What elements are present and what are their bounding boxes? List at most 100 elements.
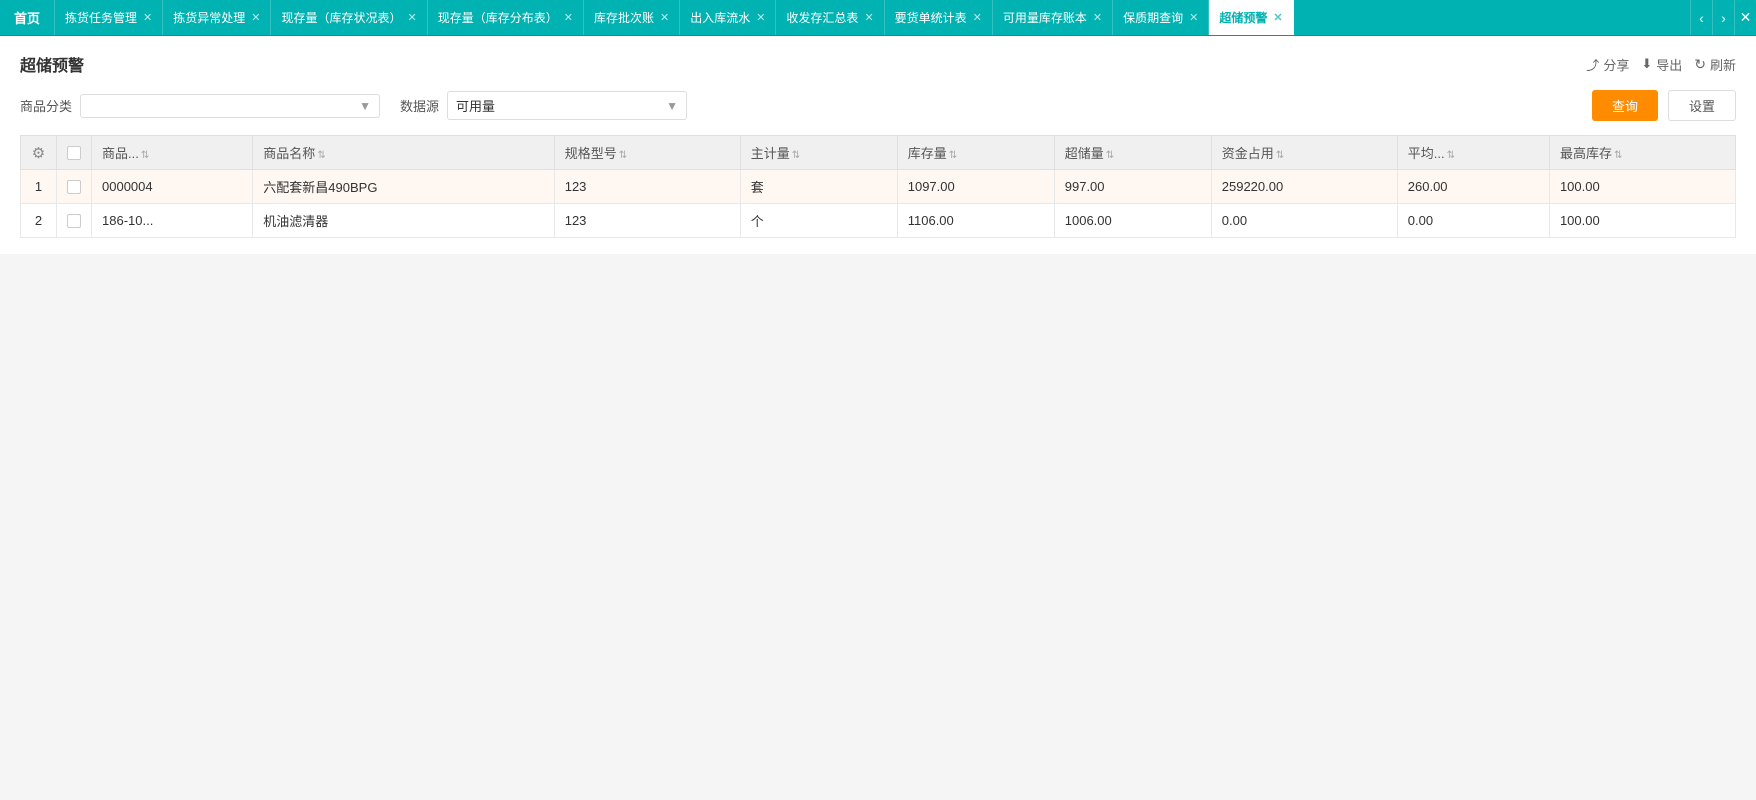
refresh-icon: ↻ bbox=[1694, 56, 1706, 73]
nav-tab-tab-11[interactable]: 超储预警 ✕ bbox=[1209, 0, 1293, 36]
row-maxstock: 100.00 bbox=[1549, 204, 1735, 238]
nav-tab-tab-7[interactable]: 收发存汇总表 ✕ bbox=[776, 0, 884, 36]
category-filter: 商品分类 ▼ bbox=[20, 94, 380, 118]
row-avg: 260.00 bbox=[1397, 170, 1549, 204]
nav-close-btn[interactable]: ✕ bbox=[1734, 0, 1756, 36]
row-checkbox-cell bbox=[57, 170, 92, 204]
tab-label: 拣货任务管理 bbox=[65, 9, 137, 26]
top-nav: 首页 拣货任务管理✕拣货异常处理✕现存量（库存状况表）✕现存量（库存分布表）✕库… bbox=[0, 0, 1756, 36]
col-unit-header: 主计量⇅ bbox=[740, 136, 897, 170]
row-checkbox-cell bbox=[57, 204, 92, 238]
tab-close-icon[interactable]: ✕ bbox=[1189, 11, 1198, 24]
export-button[interactable]: ⬇ 导出 bbox=[1641, 55, 1682, 74]
row-avg: 0.00 bbox=[1397, 204, 1549, 238]
sort-icon: ⇅ bbox=[141, 150, 149, 161]
tab-label: 库存批次账 bbox=[594, 9, 654, 26]
tab-label: 现存量（库存分布表） bbox=[438, 9, 558, 26]
sort-icon: ⇅ bbox=[792, 150, 800, 161]
sort-icon: ⇅ bbox=[619, 150, 627, 161]
tab-close-icon[interactable]: ✕ bbox=[251, 11, 260, 24]
col-checkbox-header bbox=[57, 136, 92, 170]
sort-icon: ⇅ bbox=[1276, 150, 1284, 161]
share-button[interactable]: ⤴ 分享 bbox=[1586, 55, 1629, 74]
refresh-label: 刷新 bbox=[1710, 55, 1736, 74]
row-spec: 123 bbox=[554, 170, 740, 204]
tab-close-icon[interactable]: ✕ bbox=[1093, 11, 1102, 24]
row-capital: 0.00 bbox=[1211, 204, 1397, 238]
sort-icon: ⇅ bbox=[949, 150, 957, 161]
nav-tab-tab-6[interactable]: 出入库流水 ✕ bbox=[680, 0, 776, 36]
tab-close-icon[interactable]: ✕ bbox=[143, 11, 152, 24]
tab-close-icon[interactable]: ✕ bbox=[1273, 11, 1282, 24]
table-row: 2 186-10... 机油滤清器 123 个 1106.00 1006.00 … bbox=[21, 204, 1736, 238]
sort-icon: ⇅ bbox=[1614, 150, 1622, 161]
row-unit: 套 bbox=[740, 170, 897, 204]
col-over-header: 超储量⇅ bbox=[1054, 136, 1211, 170]
nav-home[interactable]: 首页 bbox=[0, 0, 55, 36]
header-actions: ⤴ 分享 ⬇ 导出 ↻ 刷新 bbox=[1586, 55, 1736, 74]
col-avg-header: 平均...⇅ bbox=[1397, 136, 1549, 170]
row-maxstock: 100.00 bbox=[1549, 170, 1735, 204]
row-code: 0000004 bbox=[92, 170, 253, 204]
row-capital: 259220.00 bbox=[1211, 170, 1397, 204]
row-num: 2 bbox=[21, 204, 57, 238]
datasource-select[interactable]: 可用量 ▼ bbox=[447, 91, 687, 120]
tab-close-icon[interactable]: ✕ bbox=[564, 11, 573, 24]
nav-tab-tab-4[interactable]: 现存量（库存分布表） ✕ bbox=[428, 0, 584, 36]
row-name: 机油滤清器 bbox=[253, 204, 554, 238]
page-header: 超储预警 ⤴ 分享 ⬇ 导出 ↻ 刷新 bbox=[20, 52, 1736, 76]
nav-prev-btn[interactable]: ‹ bbox=[1690, 0, 1712, 36]
category-label: 商品分类 bbox=[20, 96, 72, 115]
row-stock: 1097.00 bbox=[897, 170, 1054, 204]
nav-arrows: ‹ › ✕ bbox=[1690, 0, 1756, 36]
nav-tab-tab-9[interactable]: 可用量库存账本 ✕ bbox=[993, 0, 1113, 36]
filter-row: 商品分类 ▼ 数据源 可用量 ▼ 查询 设置 bbox=[20, 90, 1736, 121]
row-num: 1 bbox=[21, 170, 57, 204]
datasource-value: 可用量 bbox=[456, 96, 495, 115]
category-select[interactable]: ▼ bbox=[80, 94, 380, 118]
refresh-button[interactable]: ↻ 刷新 bbox=[1694, 55, 1736, 74]
col-gear: ⚙ bbox=[21, 136, 57, 170]
tab-close-icon[interactable]: ✕ bbox=[660, 11, 669, 24]
row-checkbox[interactable] bbox=[67, 180, 81, 194]
nav-tab-tab-3[interactable]: 现存量（库存状况表）✕ bbox=[271, 0, 427, 36]
export-label: 导出 bbox=[1656, 55, 1682, 74]
col-code-header: 商品...⇅ bbox=[92, 136, 253, 170]
tab-close-icon[interactable]: ✕ bbox=[408, 11, 417, 24]
row-code: 186-10... bbox=[92, 204, 253, 238]
select-all-checkbox[interactable] bbox=[67, 146, 81, 160]
data-table: ⚙ 商品...⇅ 商品名称⇅ 规格型号⇅ 主计量⇅ 库存量⇅ 超储量⇅ 资金占用… bbox=[20, 135, 1736, 238]
tab-label: 要货单统计表 bbox=[895, 9, 967, 26]
nav-tab-tab-10[interactable]: 保质期查询 ✕ bbox=[1113, 0, 1209, 36]
query-button[interactable]: 查询 bbox=[1592, 90, 1658, 121]
nav-tab-tab-2[interactable]: 拣货异常处理 ✕ bbox=[163, 0, 271, 36]
settings-button[interactable]: 设置 bbox=[1668, 90, 1736, 121]
tab-label: 出入库流水 bbox=[690, 9, 750, 26]
share-label: 分享 bbox=[1603, 55, 1629, 74]
gear-icon[interactable]: ⚙ bbox=[31, 144, 46, 162]
row-checkbox[interactable] bbox=[67, 214, 81, 228]
table-header-row: ⚙ 商品...⇅ 商品名称⇅ 规格型号⇅ 主计量⇅ 库存量⇅ 超储量⇅ 资金占用… bbox=[21, 136, 1736, 170]
nav-tab-tab-8[interactable]: 要货单统计表 ✕ bbox=[885, 0, 993, 36]
datasource-filter: 数据源 可用量 ▼ bbox=[400, 91, 687, 120]
tab-label: 拣货异常处理 bbox=[173, 9, 245, 26]
nav-next-btn[interactable]: › bbox=[1712, 0, 1734, 36]
row-stock: 1106.00 bbox=[897, 204, 1054, 238]
tab-label: 收发存汇总表 bbox=[786, 9, 858, 26]
row-over: 997.00 bbox=[1054, 170, 1211, 204]
sort-icon: ⇅ bbox=[317, 150, 325, 161]
sort-icon: ⇅ bbox=[1447, 150, 1455, 161]
tab-close-icon[interactable]: ✕ bbox=[973, 11, 982, 24]
col-stock-header: 库存量⇅ bbox=[897, 136, 1054, 170]
datasource-chevron-icon: ▼ bbox=[666, 99, 678, 113]
row-over: 1006.00 bbox=[1054, 204, 1211, 238]
row-name: 六配套新昌490BPG bbox=[253, 170, 554, 204]
nav-tab-tab-1[interactable]: 拣货任务管理 ✕ bbox=[55, 0, 163, 36]
tab-label: 超储预警 bbox=[1219, 9, 1267, 26]
tab-close-icon[interactable]: ✕ bbox=[756, 11, 765, 24]
page-content: 超储预警 ⤴ 分享 ⬇ 导出 ↻ 刷新 商品分类 ▼ 数据源 bbox=[0, 36, 1756, 254]
nav-tab-tab-5[interactable]: 库存批次账 ✕ bbox=[584, 0, 680, 36]
tab-close-icon[interactable]: ✕ bbox=[864, 11, 873, 24]
tab-label: 可用量库存账本 bbox=[1003, 9, 1087, 26]
tab-label: 保质期查询 bbox=[1123, 9, 1183, 26]
